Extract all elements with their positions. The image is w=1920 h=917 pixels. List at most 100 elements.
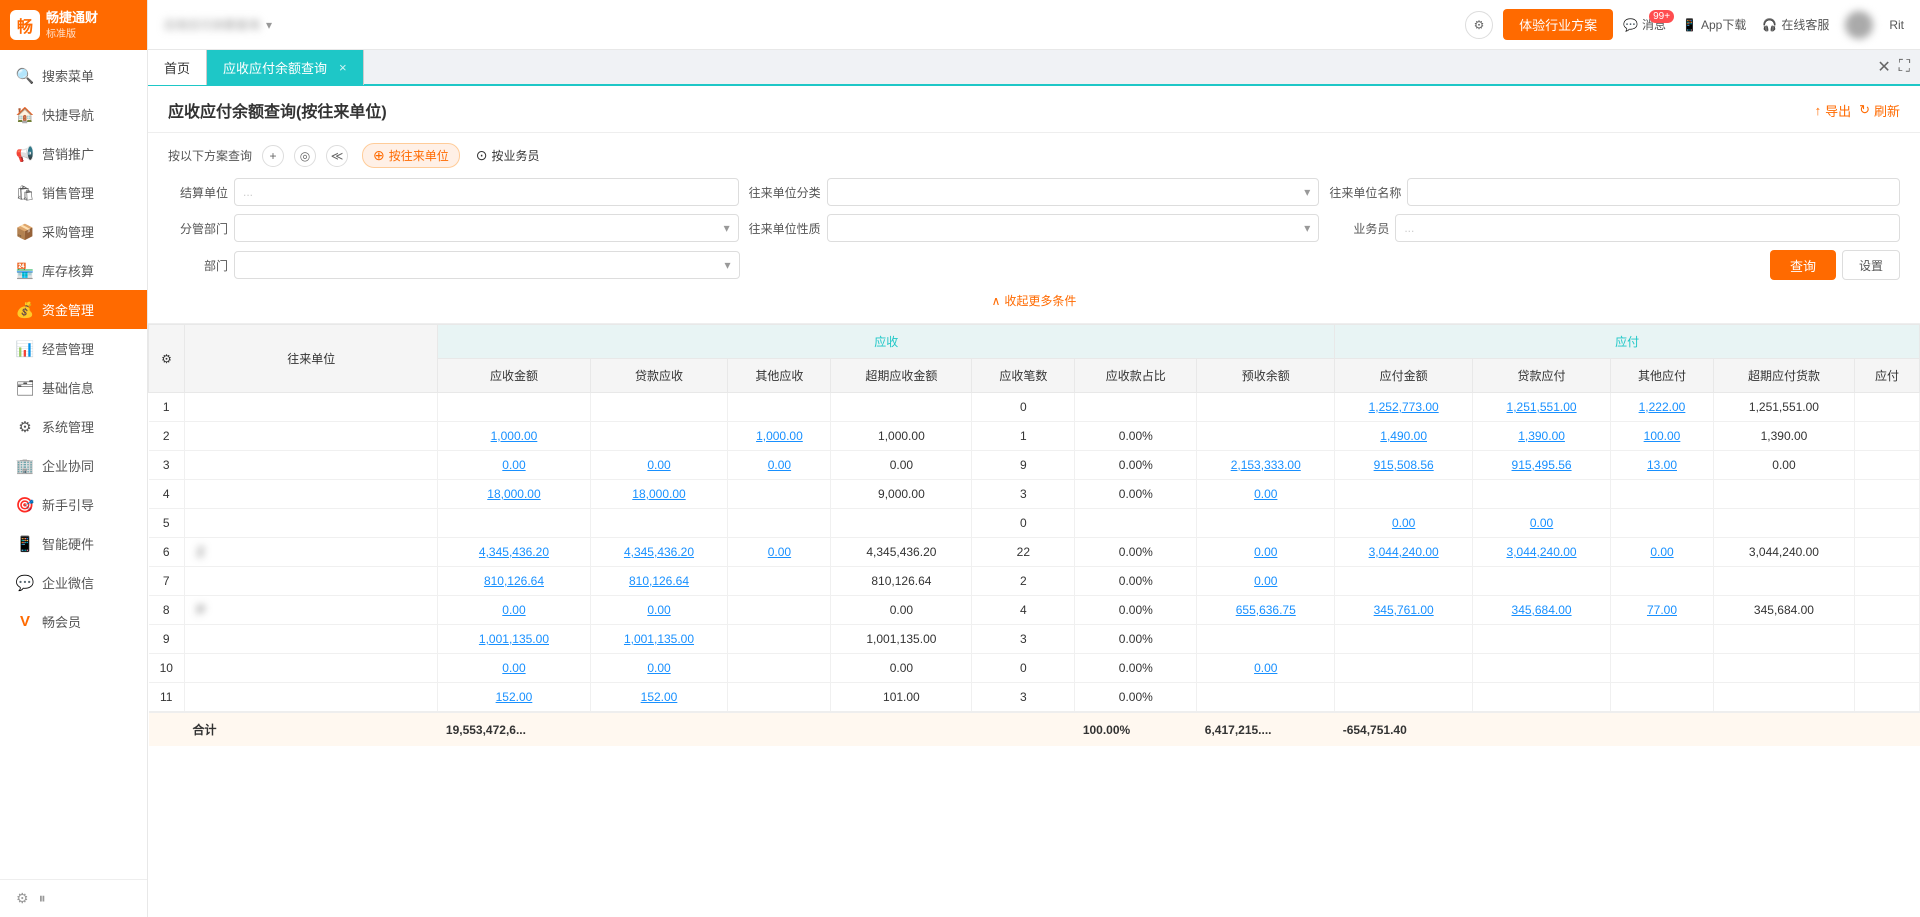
table-cell[interactable]: [728, 625, 831, 654]
col-setting-header[interactable]: ⚙: [149, 325, 185, 393]
sidebar-item-system[interactable]: ⚙ 系统管理: [0, 407, 147, 446]
header-gear-btn[interactable]: ⚙: [1465, 11, 1493, 39]
table-cell[interactable]: [438, 509, 590, 538]
table-cell[interactable]: 0.00: [438, 451, 590, 480]
table-cell[interactable]: 1,390.00: [1473, 422, 1611, 451]
table-cell[interactable]: [1473, 567, 1611, 596]
table-cell[interactable]: 0.00: [728, 538, 831, 567]
table-cell[interactable]: 345,684.00: [1473, 596, 1611, 625]
tab-expand-icon[interactable]: ⛶: [1899, 58, 1910, 76]
table-cell[interactable]: 0.00: [1611, 538, 1714, 567]
table-cell[interactable]: 0.00: [590, 451, 728, 480]
table-cell[interactable]: [1197, 683, 1335, 713]
table-cell[interactable]: 0.00: [1197, 567, 1335, 596]
table-cell[interactable]: 1,252,773.00: [1335, 393, 1473, 422]
table-cell[interactable]: 18,000.00: [438, 480, 590, 509]
table-cell[interactable]: [1197, 393, 1335, 422]
table-cell[interactable]: 77.00: [1611, 596, 1714, 625]
sidebar-item-marketing[interactable]: 📢 营销推广: [0, 134, 147, 173]
query-button[interactable]: 查询: [1770, 250, 1836, 280]
table-cell[interactable]: [1611, 683, 1714, 713]
table-cell[interactable]: [728, 683, 831, 713]
table-cell[interactable]: [728, 654, 831, 683]
table-cell[interactable]: 0.00: [1197, 538, 1335, 567]
table-cell[interactable]: [728, 596, 831, 625]
table-cell[interactable]: 1,001,135.00: [438, 625, 590, 654]
table-cell[interactable]: [1473, 480, 1611, 509]
table-cell[interactable]: [1335, 625, 1473, 654]
footer-advance[interactable]: 6,417,215....: [1197, 712, 1335, 746]
table-cell[interactable]: 1,000.00: [438, 422, 590, 451]
add-scheme-btn[interactable]: +: [262, 145, 284, 167]
table-cell[interactable]: [1611, 480, 1714, 509]
sidebar-item-quick-nav[interactable]: 🏠 快捷导航: [0, 95, 147, 134]
table-cell[interactable]: 2,153,333.00: [1197, 451, 1335, 480]
table-cell[interactable]: [1473, 683, 1611, 713]
table-cell[interactable]: [1611, 509, 1714, 538]
table-cell[interactable]: 4,345,436.20: [590, 538, 728, 567]
table-cell[interactable]: 100.00: [1611, 422, 1714, 451]
table-cell[interactable]: 0.00: [590, 654, 728, 683]
table-cell[interactable]: 1,251,551.00: [1473, 393, 1611, 422]
table-cell[interactable]: 1,490.00: [1335, 422, 1473, 451]
collapse-btn[interactable]: ∧ 收起更多条件: [168, 288, 1900, 313]
dept-head-dropdown[interactable]: [234, 214, 739, 242]
tab-close-icon[interactable]: ×: [339, 60, 347, 75]
sidebar-item-member[interactable]: V 畅会员: [0, 602, 147, 641]
table-cell[interactable]: [1335, 683, 1473, 713]
header-msg-btn[interactable]: 💬 消息 99+: [1623, 16, 1666, 33]
sidebar-item-inventory[interactable]: 🏪 库存核算: [0, 251, 147, 290]
table-cell[interactable]: 915,508.56: [1335, 451, 1473, 480]
tab-home[interactable]: 首页: [148, 50, 207, 85]
table-cell[interactable]: [1197, 422, 1335, 451]
table-cell[interactable]: 4,345,436.20: [438, 538, 590, 567]
table-cell[interactable]: 655,636.75: [1197, 596, 1335, 625]
table-cell[interactable]: [1335, 480, 1473, 509]
sidebar-item-search-menu[interactable]: 🔍 搜索菜单: [0, 56, 147, 95]
footer-ar-amount[interactable]: 19,553,472,6...: [438, 712, 590, 746]
sidebar-item-management[interactable]: 📊 经营管理: [0, 329, 147, 368]
table-cell[interactable]: 1,001,135.00: [590, 625, 728, 654]
table-setting-icon[interactable]: ⚙: [161, 352, 172, 366]
table-cell[interactable]: 915,495.56: [1473, 451, 1611, 480]
table-cell[interactable]: 152.00: [438, 683, 590, 713]
table-cell[interactable]: [1611, 567, 1714, 596]
setting-button[interactable]: 设置: [1842, 250, 1900, 280]
table-cell[interactable]: 13.00: [1611, 451, 1714, 480]
salesperson-input[interactable]: ...: [1395, 214, 1900, 242]
collapse-sidebar-btn[interactable]: ⏸: [39, 890, 46, 907]
table-cell[interactable]: 0.00: [1473, 509, 1611, 538]
sidebar-item-wechat[interactable]: 💬 企业微信: [0, 563, 147, 602]
tab-close-window-icon[interactable]: ✕: [1877, 57, 1890, 77]
table-cell[interactable]: 0.00: [1335, 509, 1473, 538]
trial-btn[interactable]: 体验行业方案: [1503, 9, 1613, 40]
table-cell[interactable]: [728, 393, 831, 422]
unit-name-input[interactable]: [1407, 178, 1900, 206]
refresh-btn[interactable]: ↻ 刷新: [1859, 101, 1900, 120]
table-cell[interactable]: [728, 480, 831, 509]
table-cell[interactable]: [728, 567, 831, 596]
tab-ar-ap-query[interactable]: 应收应付余额查询 ×: [207, 50, 364, 85]
table-cell[interactable]: 1,000.00: [728, 422, 831, 451]
table-cell[interactable]: [1473, 654, 1611, 683]
dept-dropdown[interactable]: [234, 251, 740, 279]
edit-scheme-btn[interactable]: ◎: [294, 145, 316, 167]
table-cell[interactable]: [1335, 654, 1473, 683]
settings-footer-btn[interactable]: ⚙: [16, 890, 29, 907]
table-cell[interactable]: [1611, 625, 1714, 654]
table-cell[interactable]: [590, 509, 728, 538]
table-cell[interactable]: 18,000.00: [590, 480, 728, 509]
table-cell[interactable]: [728, 509, 831, 538]
sidebar-item-enterprise[interactable]: 🏢 企业协同: [0, 446, 147, 485]
sidebar-item-guide[interactable]: 🎯 新手引导: [0, 485, 147, 524]
table-cell[interactable]: 0.00: [438, 654, 590, 683]
header-username[interactable]: Rit: [1889, 18, 1904, 32]
table-cell[interactable]: 810,126.64: [590, 567, 728, 596]
table-cell[interactable]: 152.00: [590, 683, 728, 713]
sidebar-item-smart-hw[interactable]: 📱 智能硬件: [0, 524, 147, 563]
sidebar-item-finance[interactable]: 💰 资金管理: [0, 290, 147, 329]
table-cell[interactable]: 810,126.64: [438, 567, 590, 596]
header-service-btn[interactable]: 🎧 在线客服: [1762, 16, 1829, 33]
table-cell[interactable]: 0.00: [1197, 480, 1335, 509]
settlement-unit-input[interactable]: ...: [234, 178, 739, 206]
